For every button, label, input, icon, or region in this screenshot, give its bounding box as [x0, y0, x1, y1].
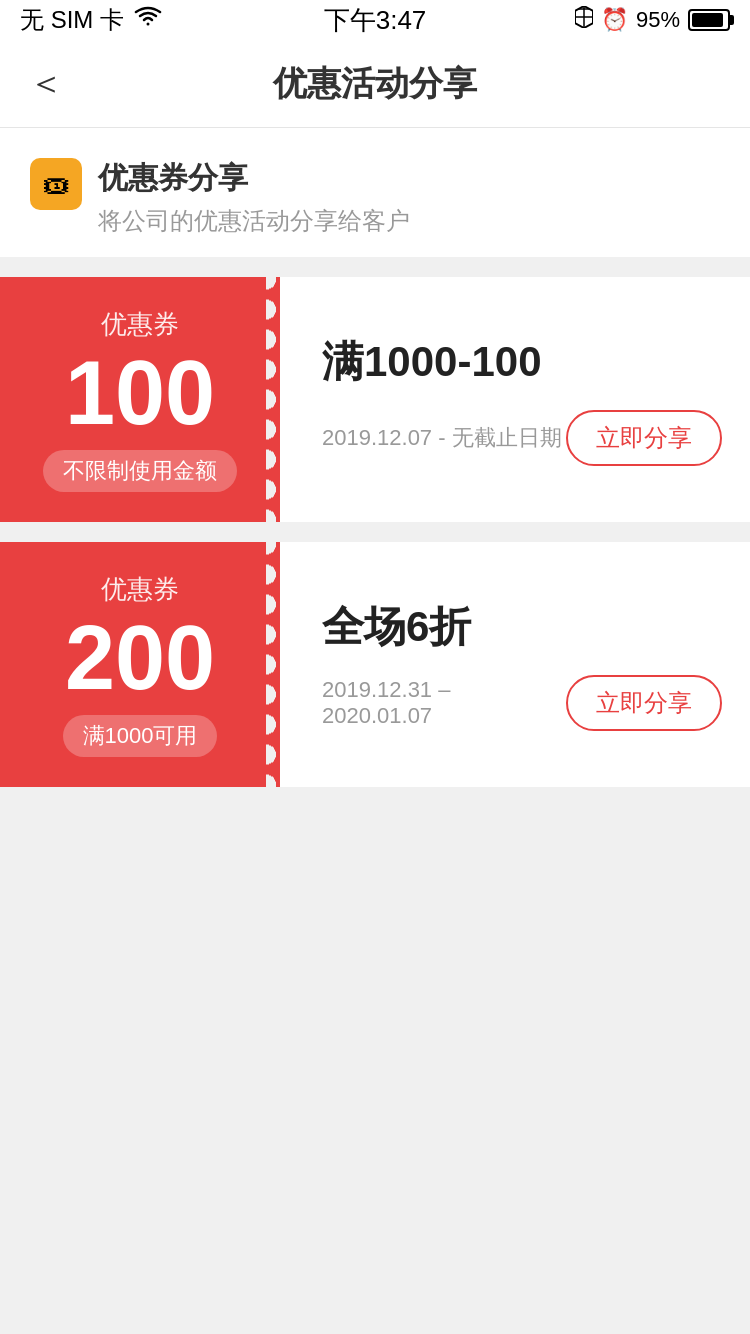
section-subtitle: 将公司的优惠活动分享给客户 — [98, 205, 410, 237]
coupon-right-1: 全场6折 2019.12.31 – 2020.01.07 立即分享 — [280, 542, 750, 787]
coupon-card: 优惠券 100 不限制使用金额 满1000-100 2019.12.07 - 无… — [0, 277, 750, 522]
coupon-left-1: 优惠券 200 满1000可用 — [0, 542, 280, 787]
carrier-text: 无 SIM 卡 — [20, 4, 124, 36]
battery-icon — [688, 9, 730, 31]
section-text-group: 优惠券分享 将公司的优惠活动分享给客户 — [98, 158, 410, 237]
status-right: ⏰ 95% — [575, 6, 730, 34]
coupon-label-0: 优惠券 — [101, 307, 179, 342]
coupon-right-0: 满1000-100 2019.12.07 - 无截止日期 立即分享 — [280, 277, 750, 522]
coupon-date-1: 2019.12.31 – 2020.01.07 — [322, 677, 566, 729]
section-icon: 🎟 — [30, 158, 82, 210]
battery-text: 95% — [636, 7, 680, 33]
coupon-name-1: 全场6折 — [322, 599, 722, 655]
coupon-bottom-row-0: 2019.12.07 - 无截止日期 立即分享 — [322, 410, 722, 466]
nav-bar: ＜ 优惠活动分享 — [0, 40, 750, 128]
coupon-label-1: 优惠券 — [101, 572, 179, 607]
share-button-0[interactable]: 立即分享 — [566, 410, 722, 466]
alarm-icon: ⏰ — [601, 7, 628, 33]
wifi-icon — [134, 6, 162, 34]
coupon-bottom-row-1: 2019.12.31 – 2020.01.07 立即分享 — [322, 675, 722, 731]
coupon-amount-0: 100 — [65, 348, 215, 438]
coupon-list: 优惠券 100 不限制使用金额 满1000-100 2019.12.07 - 无… — [0, 277, 750, 807]
status-bar: 无 SIM 卡 下午3:47 ⏰ 95% — [0, 0, 750, 40]
coupon-card: 优惠券 200 满1000可用 全场6折 2019.12.31 – 2020.0… — [0, 542, 750, 787]
coupon-date-0: 2019.12.07 - 无截止日期 — [322, 423, 562, 453]
coupon-condition-1: 满1000可用 — [63, 715, 218, 757]
status-time: 下午3:47 — [324, 3, 427, 38]
content: 🎟 优惠券分享 将公司的优惠活动分享给客户 优惠券 100 不限制使用金额 满1… — [0, 128, 750, 807]
status-left: 无 SIM 卡 — [20, 4, 162, 36]
coupon-left-0: 优惠券 100 不限制使用金额 — [0, 277, 280, 522]
section-header: 🎟 优惠券分享 将公司的优惠活动分享给客户 — [0, 128, 750, 257]
page-title: 优惠活动分享 — [273, 61, 477, 107]
section-title: 优惠券分享 — [98, 158, 410, 199]
share-button-1[interactable]: 立即分享 — [566, 675, 722, 731]
back-button[interactable]: ＜ — [28, 59, 64, 108]
coupon-name-0: 满1000-100 — [322, 334, 722, 390]
coupon-condition-0: 不限制使用金额 — [43, 450, 237, 492]
location-icon — [575, 6, 593, 34]
coupon-amount-1: 200 — [65, 613, 215, 703]
